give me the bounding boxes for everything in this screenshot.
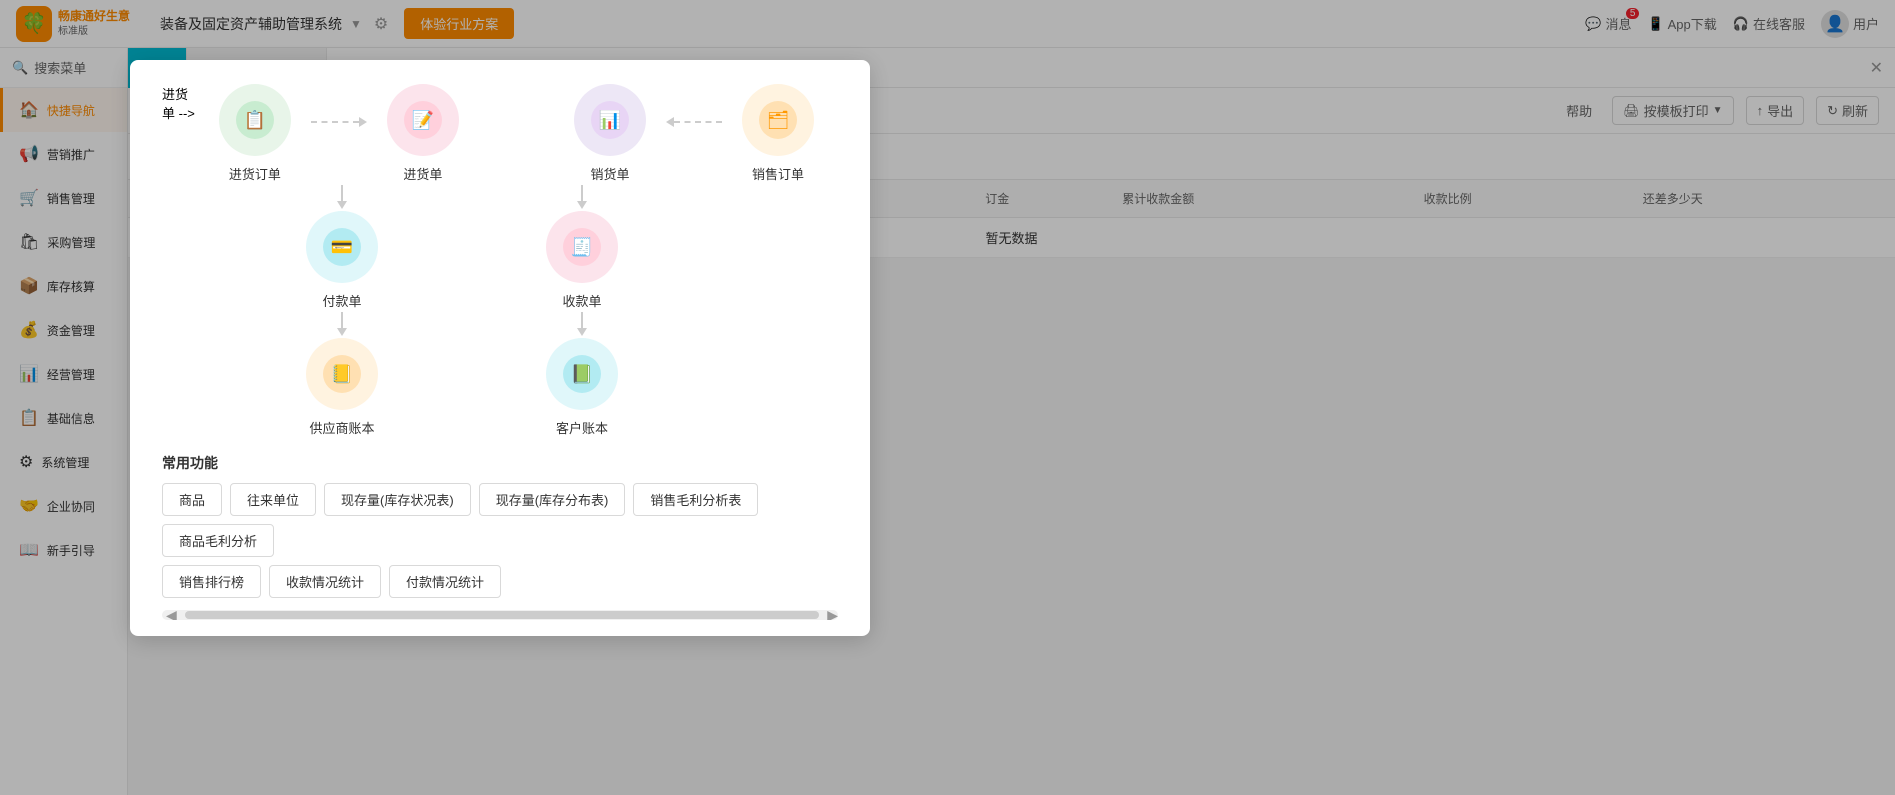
flow-row-1: 进货单 --> 📋 进货订单 📝 进货单 — [162, 84, 838, 183]
svg-text:💳: 💳 — [331, 237, 353, 257]
flow-modal: 进货单 --> 📋 进货订单 📝 进货单 — [130, 60, 870, 636]
arrow-down-row2 — [162, 310, 838, 338]
customer-ledger-label: 客户账本 — [556, 418, 608, 437]
flow-row-2: 💳 付款单 🧾 收款单 — [162, 211, 838, 310]
node-payment-bill[interactable]: 💳 付款单 — [282, 211, 402, 310]
purchase-order-label: 进货订单 — [229, 164, 281, 183]
arrow-down-purchase — [282, 183, 402, 211]
node-purchase-bill[interactable]: 📝 进货单 — [363, 84, 483, 183]
svg-text:📝: 📝 — [412, 109, 434, 130]
svg-text:📊: 📊 — [599, 109, 621, 130]
payment-bill-icon: 💳 — [306, 211, 378, 283]
node-supplier-ledger[interactable]: 📒 供应商账本 — [282, 338, 402, 437]
func-btn-partners[interactable]: 往来单位 — [230, 483, 316, 516]
function-buttons-row2: 销售排行榜 收款情况统计 付款情况统计 — [162, 565, 838, 598]
payment-bill-label: 付款单 — [322, 291, 361, 310]
svg-text:📒: 📒 — [331, 364, 353, 384]
svg-text:🗂: 🗂 — [767, 110, 790, 130]
node-sales-order[interactable]: 🗂 销售订单 — [718, 84, 838, 183]
supplier-ledger-label: 供应商账本 — [309, 418, 374, 437]
func-btn-sales-margin[interactable]: 销售毛利分析表 — [633, 483, 758, 516]
receipt-bill-icon: 🧾 — [546, 211, 618, 283]
flow-row-3: 📒 供应商账本 📗 客户账本 — [162, 338, 838, 437]
node-receipt-bill[interactable]: 🧾 收款单 — [522, 211, 642, 310]
sales-order-label: 销售订单 — [752, 164, 804, 183]
purchase-bill-icon: 📝 — [387, 84, 459, 156]
arrow-down-receipt — [522, 310, 642, 338]
svg-text:🧾: 🧾 — [571, 236, 593, 257]
arrow-down-payment — [282, 310, 402, 338]
left-pair: 📋 进货订单 📝 进货单 — [195, 84, 483, 183]
arrow-down-sales-bill — [522, 183, 642, 211]
purchase-order-icon: 📋 — [219, 84, 291, 156]
supplier-ledger-icon: 📒 — [306, 338, 378, 410]
svg-text:📗: 📗 — [571, 364, 593, 384]
arrow-purchase-to-bill — [311, 117, 367, 127]
right-pair: 📊 销货单 🗂 销售订单 — [550, 84, 838, 183]
svg-text:📋: 📋 — [244, 109, 266, 130]
func-btn-sales-rank[interactable]: 销售排行榜 — [162, 565, 261, 598]
common-functions: 常用功能 商品 往来单位 现存量(库存状况表) 现存量(库存分布表) 销售毛利分… — [162, 453, 838, 598]
node-customer-ledger[interactable]: 📗 客户账本 — [522, 338, 642, 437]
function-buttons: 商品 往来单位 现存量(库存状况表) 现存量(库存分布表) 销售毛利分析表 商品… — [162, 483, 838, 557]
func-btn-goods-margin[interactable]: 商品毛利分析 — [162, 524, 274, 557]
common-functions-title: 常用功能 — [162, 453, 838, 473]
node-sales-bill[interactable]: 📊 销货单 — [550, 84, 670, 183]
purchase-bill-label: 进货单 — [403, 164, 442, 183]
sales-bill-label: 销货单 — [590, 164, 629, 183]
arrow-down-row — [162, 183, 838, 211]
sales-bill-icon: 📊 — [574, 84, 646, 156]
func-btn-stock-dist[interactable]: 现存量(库存分布表) — [479, 483, 626, 516]
func-btn-payment-stats[interactable]: 付款情况统计 — [389, 565, 501, 598]
receipt-bill-label: 收款单 — [562, 291, 601, 310]
node-purchase-order[interactable]: 📋 进货订单 — [195, 84, 315, 183]
func-btn-stock-status[interactable]: 现存量(库存状况表) — [324, 483, 471, 516]
func-btn-receipt-stats[interactable]: 收款情况统计 — [269, 565, 381, 598]
sales-order-icon: 🗂 — [742, 84, 814, 156]
func-btn-goods[interactable]: 商品 — [162, 483, 222, 516]
modal-scrollbar[interactable]: ◀ ▶ — [162, 610, 838, 620]
arrow-order-to-bill — [666, 117, 722, 127]
customer-ledger-icon: 📗 — [546, 338, 618, 410]
